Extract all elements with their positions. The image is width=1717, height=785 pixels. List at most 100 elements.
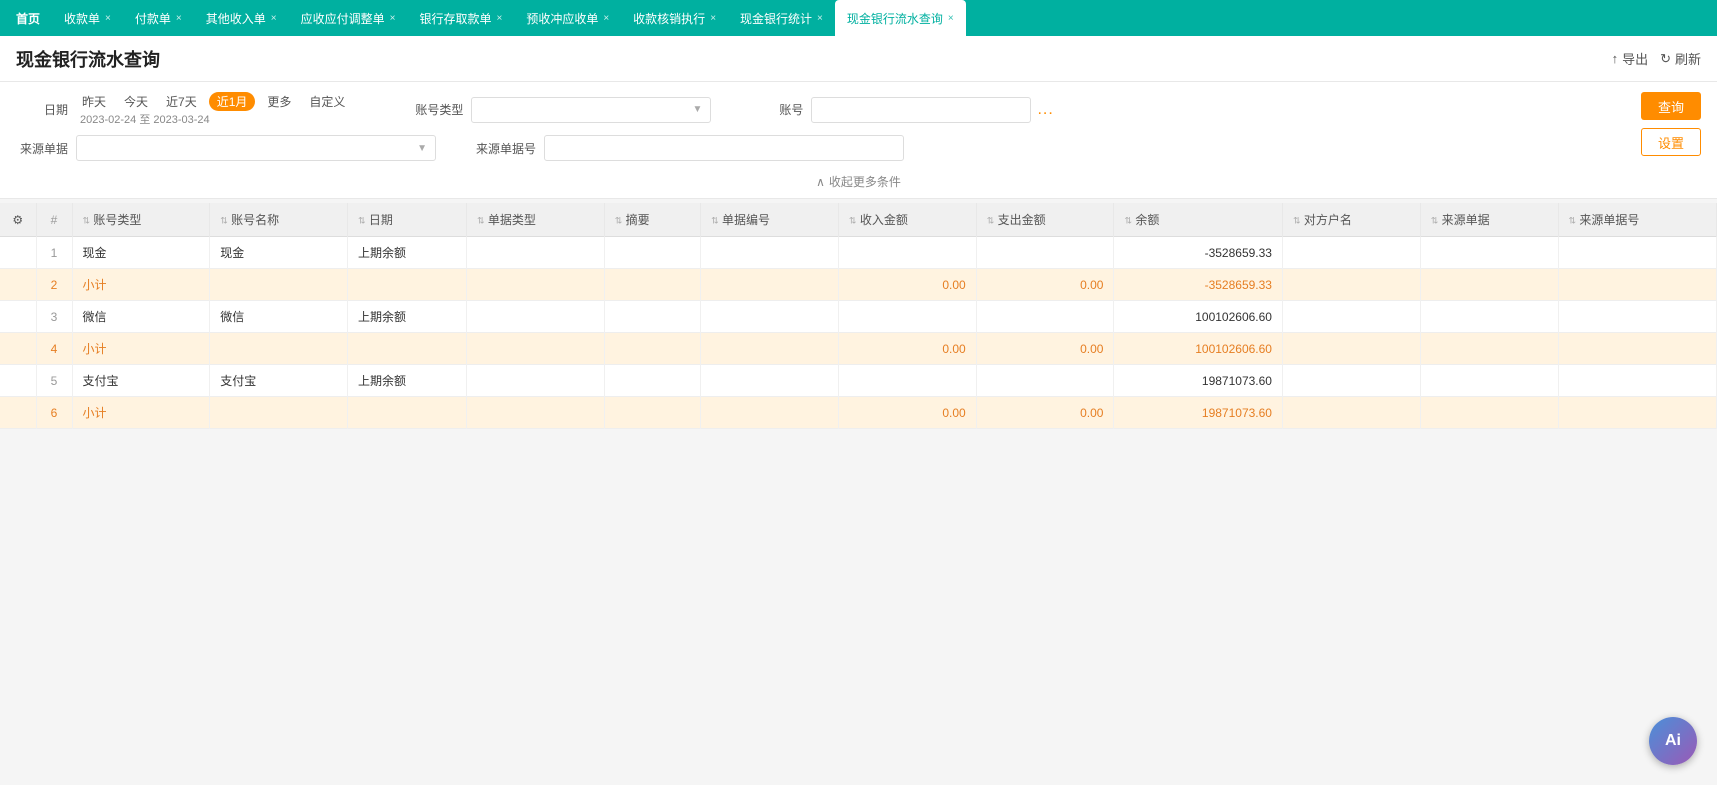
col-account-type[interactable]: ⇅ 账号类型: [72, 203, 210, 237]
row-source-doc-cell: [1420, 269, 1558, 301]
row-doc-no-cell: [701, 333, 839, 365]
col-counter-party[interactable]: ⇅ 对方户名: [1282, 203, 1420, 237]
source-doc-no-input[interactable]: [544, 135, 904, 161]
nav-tab-cash-bank-stat[interactable]: 现金银行统计 ×: [728, 0, 835, 36]
row-doc-no-cell: [701, 365, 839, 397]
row-num-cell: 4: [36, 333, 72, 365]
col-doc-no[interactable]: ⇅ 单据编号: [701, 203, 839, 237]
row-account-type-cell: 小计: [72, 269, 210, 301]
collapse-label: 收起更多条件: [829, 173, 901, 190]
col-source-doc-no[interactable]: ⇅ 来源单据号: [1558, 203, 1716, 237]
close-cash-bank-flow-icon[interactable]: ×: [948, 13, 954, 24]
row-settings-cell: [0, 301, 36, 333]
table-row[interactable]: 3微信微信上期余额100102606.60: [0, 301, 1717, 333]
close-ar-ap-adjust-icon[interactable]: ×: [390, 13, 396, 24]
close-receipts-icon[interactable]: ×: [105, 13, 111, 24]
source-doc-select[interactable]: ▼: [76, 135, 436, 161]
col-counter-party-label: 对方户名: [1304, 213, 1352, 227]
col-date[interactable]: ⇅ 日期: [348, 203, 467, 237]
ai-button[interactable]: Ai: [1649, 717, 1697, 765]
row-income-cell: [838, 365, 976, 397]
col-income[interactable]: ⇅ 收入金额: [838, 203, 976, 237]
nav-tab-bank-deposit[interactable]: 银行存取款单 ×: [407, 0, 514, 36]
row-num-cell: 1: [36, 237, 72, 269]
col-num: #: [36, 203, 72, 237]
row-account-type-cell: 支付宝: [72, 365, 210, 397]
col-doc-type[interactable]: ⇅ 单据类型: [467, 203, 605, 237]
row-source-doc-no-cell: [1558, 237, 1716, 269]
close-advance-offset-icon[interactable]: ×: [603, 13, 609, 24]
table-row[interactable]: 2小计0.000.00-3528659.33: [0, 269, 1717, 301]
col-expense-label: 支出金额: [998, 213, 1046, 227]
top-navigation: 首页 收款单 × 付款单 × 其他收入单 × 应收应付调整单 × 银行存取款单 …: [0, 0, 1717, 36]
query-button[interactable]: 查询: [1641, 92, 1701, 120]
row-source-doc-cell: [1420, 301, 1558, 333]
table-row[interactable]: 4小计0.000.00100102606.60: [0, 333, 1717, 365]
date-7days[interactable]: 近7天: [160, 92, 203, 111]
row-settings-cell: [0, 397, 36, 429]
collapse-bar[interactable]: ∧ 收起更多条件: [16, 169, 1701, 192]
col-settings[interactable]: ⚙: [0, 203, 36, 237]
row-date-cell: 上期余额: [348, 237, 467, 269]
table-row[interactable]: 1现金现金上期余额-3528659.33: [0, 237, 1717, 269]
date-yesterday[interactable]: 昨天: [76, 92, 112, 111]
nav-tab-cash-bank-flow[interactable]: 现金银行流水查询 ×: [835, 0, 966, 36]
nav-tab-other-income[interactable]: 其他收入单 ×: [194, 0, 289, 36]
sort-icon: ⇅: [1124, 215, 1132, 225]
date-more[interactable]: 更多: [261, 92, 297, 111]
row-doc-type-cell: [467, 365, 605, 397]
nav-payments-label: 付款单: [135, 10, 171, 27]
row-num-cell: 3: [36, 301, 72, 333]
page-header: 现金银行流水查询 ↑ 导出 ↻ 刷新: [0, 36, 1717, 82]
row-source-doc-no-cell: [1558, 269, 1716, 301]
table-row[interactable]: 6小计0.000.0019871073.60: [0, 397, 1717, 429]
row-account-name-cell: [210, 397, 348, 429]
row-expense-cell: [976, 301, 1114, 333]
nav-tab-ar-ap-adjust[interactable]: 应收应付调整单 ×: [289, 0, 408, 36]
row-account-type-cell: 小计: [72, 397, 210, 429]
col-account-name-label: 账号名称: [231, 213, 279, 227]
row-account-name-cell: [210, 269, 348, 301]
row-doc-no-cell: [701, 301, 839, 333]
col-source-doc[interactable]: ⇅ 来源单据: [1420, 203, 1558, 237]
date-shortcuts: 昨天 今天 近7天 近1月 更多 自定义: [76, 92, 351, 111]
sort-icon: ⇅: [849, 215, 857, 225]
col-summary[interactable]: ⇅ 摘要: [604, 203, 700, 237]
close-payments-icon[interactable]: ×: [176, 13, 182, 24]
col-balance[interactable]: ⇅ 余额: [1114, 203, 1283, 237]
col-summary-label: 摘要: [626, 213, 650, 227]
data-table: ⚙ # ⇅ 账号类型 ⇅ 账号名称 ⇅ 日期 ⇅ 单据类型: [0, 203, 1717, 429]
date-1month[interactable]: 近1月: [209, 92, 256, 111]
nav-home-label: 首页: [16, 10, 40, 27]
sort-icon: ⇅: [711, 215, 719, 225]
account-type-select[interactable]: ▼: [471, 97, 711, 123]
col-expense[interactable]: ⇅ 支出金额: [976, 203, 1114, 237]
row-summary-cell: [604, 237, 700, 269]
close-other-income-icon[interactable]: ×: [271, 13, 277, 24]
account-no-input[interactable]: [811, 97, 1031, 123]
row-summary-cell: [604, 397, 700, 429]
row-doc-type-cell: [467, 237, 605, 269]
table-row[interactable]: 5支付宝支付宝上期余额19871073.60: [0, 365, 1717, 397]
nav-cash-bank-flow-label: 现金银行流水查询: [847, 10, 943, 27]
nav-tab-collection-exec[interactable]: 收款核销执行 ×: [621, 0, 728, 36]
nav-tab-payments[interactable]: 付款单 ×: [123, 0, 194, 36]
nav-tab-receipts[interactable]: 收款单 ×: [52, 0, 123, 36]
row-doc-type-cell: [467, 397, 605, 429]
account-no-more-icon[interactable]: ...: [1037, 101, 1053, 119]
close-collection-exec-icon[interactable]: ×: [710, 13, 716, 24]
col-doc-no-label: 单据编号: [722, 213, 770, 227]
nav-tab-advance-offset[interactable]: 预收冲应收单 ×: [514, 0, 621, 36]
refresh-button[interactable]: ↻ 刷新: [1660, 49, 1701, 68]
nav-advance-offset-label: 预收冲应收单: [526, 10, 598, 27]
export-button[interactable]: ↑ 导出: [1612, 49, 1649, 68]
source-doc-no-label: 来源单据号: [476, 140, 544, 157]
row-source-doc-cell: [1420, 333, 1558, 365]
col-account-name[interactable]: ⇅ 账号名称: [210, 203, 348, 237]
close-cash-bank-stat-icon[interactable]: ×: [817, 13, 823, 24]
settings-button[interactable]: 设置: [1641, 128, 1701, 156]
close-bank-deposit-icon[interactable]: ×: [496, 13, 502, 24]
nav-tab-home[interactable]: 首页: [4, 0, 52, 36]
date-today[interactable]: 今天: [118, 92, 154, 111]
date-custom[interactable]: 自定义: [303, 92, 351, 111]
